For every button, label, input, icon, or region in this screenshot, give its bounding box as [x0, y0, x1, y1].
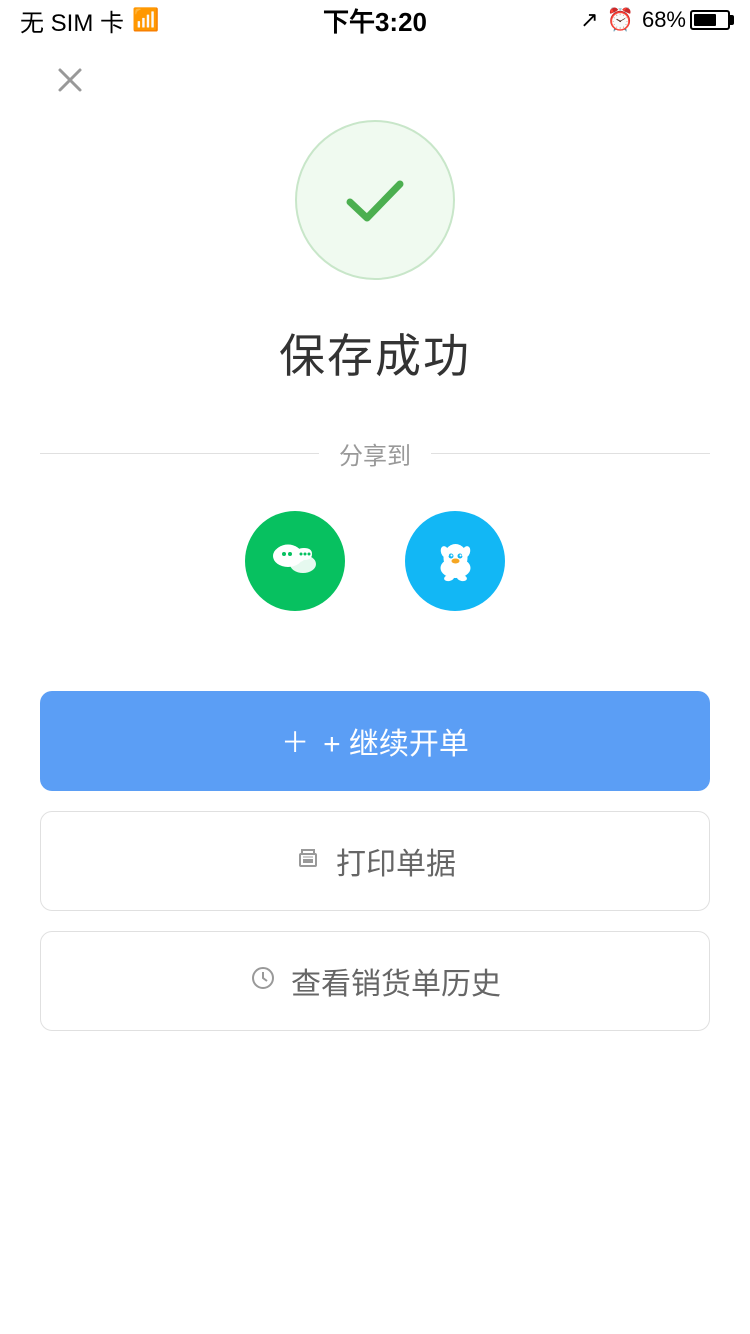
print-label: 打印单据	[336, 839, 456, 883]
battery-bar	[690, 10, 730, 30]
alarm-icon: ⏰	[607, 7, 634, 33]
continue-label: + 继续开单	[323, 719, 469, 763]
status-time: 下午3:20	[323, 2, 427, 39]
wechat-share-button[interactable]	[245, 511, 345, 611]
wechat-icon	[268, 534, 323, 589]
divider-left	[40, 453, 319, 454]
qq-icon	[428, 534, 483, 589]
history-icon	[249, 964, 277, 999]
success-title: 保存成功	[279, 320, 471, 386]
divider-right	[431, 453, 710, 454]
battery-fill	[694, 14, 716, 26]
battery-percent: 68%	[642, 7, 686, 33]
status-left: 无 SIM 卡 📶	[20, 3, 159, 38]
status-bar: 无 SIM 卡 📶 下午3:20 ↗ ⏰ 68%	[0, 0, 750, 40]
history-button[interactable]: 查看销货单历史	[40, 931, 710, 1031]
share-section: 分享到	[0, 436, 750, 631]
sim-label: 无 SIM 卡	[20, 3, 124, 38]
close-button[interactable]	[45, 55, 95, 105]
share-icons	[40, 511, 710, 611]
status-right: ↗ ⏰ 68%	[580, 7, 730, 33]
share-label: 分享到	[339, 436, 411, 471]
action-buttons: ＋ + 继续开单 打印单据 查看销货单历史	[0, 691, 750, 1031]
plus-icon: ＋	[281, 721, 309, 761]
success-circle	[295, 120, 455, 280]
history-label: 查看销货单历史	[291, 959, 501, 1003]
continue-button[interactable]: ＋ + 继续开单	[40, 691, 710, 791]
location-icon: ↗	[580, 7, 598, 33]
battery-indicator: 68%	[642, 7, 730, 33]
checkmark-icon	[335, 160, 415, 240]
print-button[interactable]: 打印单据	[40, 811, 710, 911]
printer-icon	[294, 844, 322, 879]
main-content: 保存成功 分享到	[0, 40, 750, 1031]
wifi-icon: 📶	[132, 7, 159, 33]
close-icon	[55, 65, 85, 95]
qq-share-button[interactable]	[405, 511, 505, 611]
share-divider: 分享到	[40, 436, 710, 471]
